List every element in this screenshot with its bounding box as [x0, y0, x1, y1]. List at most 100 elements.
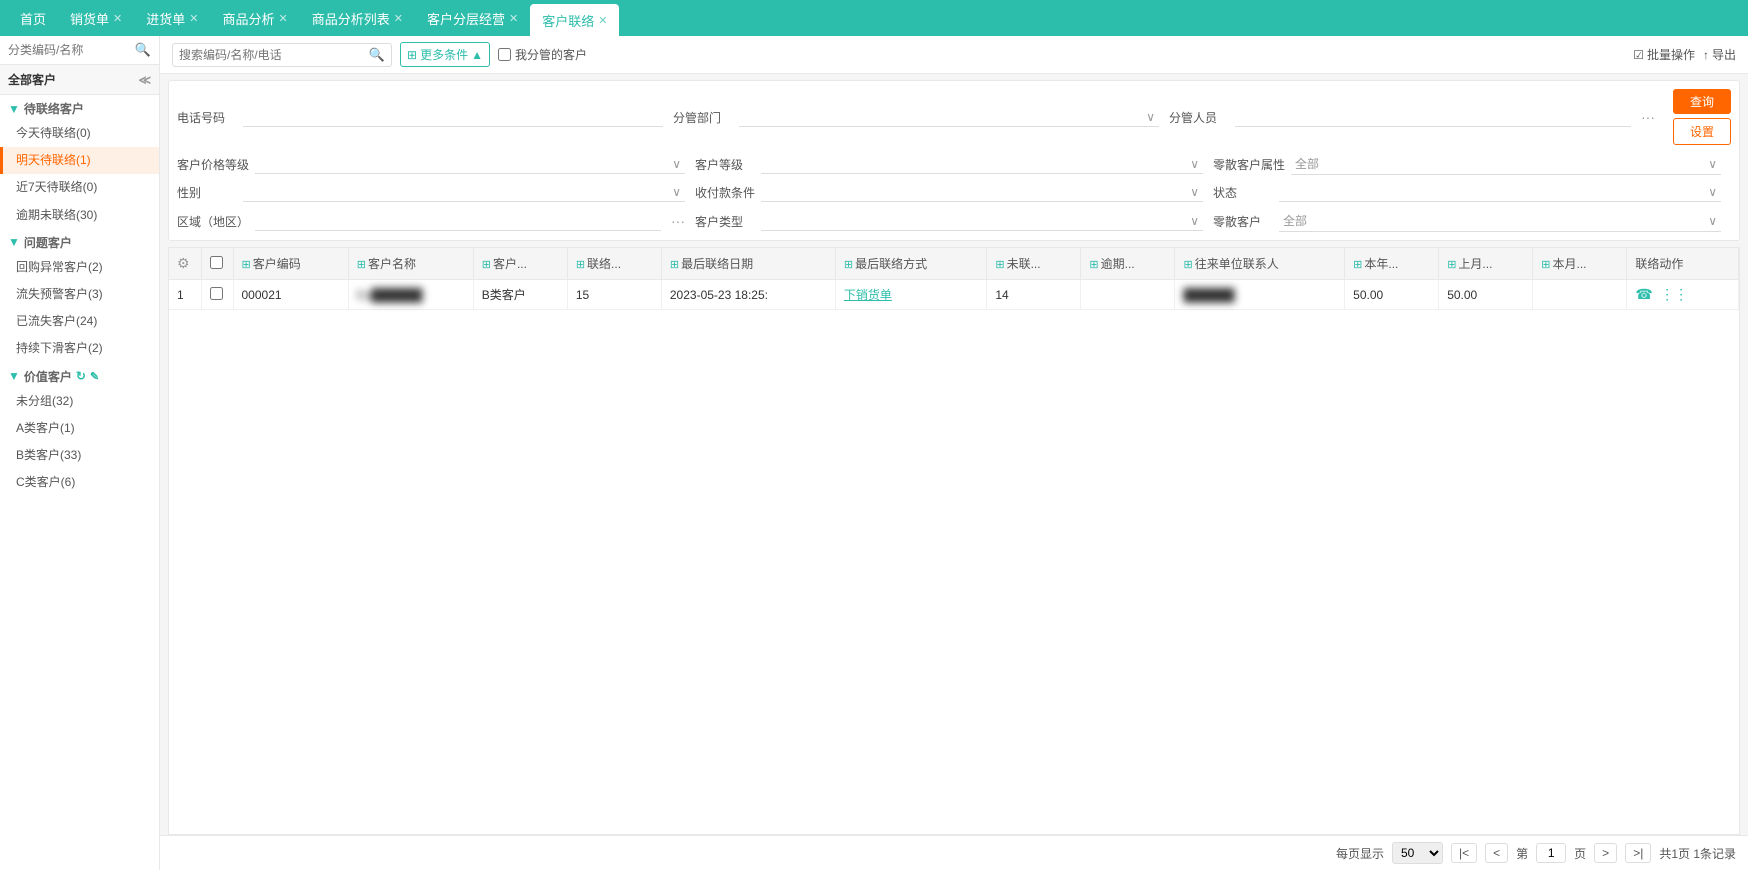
next-page-button[interactable]: > [1594, 843, 1617, 863]
select-all-checkbox[interactable] [210, 256, 223, 269]
col-unlinked[interactable]: ⊞未联... [987, 248, 1081, 280]
col-actions: 联络动作 [1627, 248, 1739, 280]
toolbar-right: ☑ 批量操作 ↑ 导出 [1633, 46, 1736, 63]
chevron-down-icon: ∨ [1708, 157, 1717, 171]
prev-page-button[interactable]: < [1485, 843, 1508, 863]
all-customers-header[interactable]: 全部客户 ≪ [0, 65, 159, 95]
sidebar-item-a-class[interactable]: A类客户(1) [0, 415, 159, 442]
table-wrap: ⚙ ⊞客户编码 ⊞客户名称 ⊞客户... [168, 247, 1740, 835]
export-button[interactable]: ↑ 导出 [1703, 46, 1736, 63]
customer-type-select[interactable]: ∨ [761, 212, 1203, 231]
sidebar-item-churned[interactable]: 已流失客户(24) [0, 308, 159, 335]
chevron-down-icon: ∨ [1190, 157, 1199, 171]
sidebar-item-ungrouped[interactable]: 未分组(32) [0, 388, 159, 415]
first-page-button[interactable]: |< [1451, 843, 1477, 863]
query-button[interactable]: 查询 [1673, 89, 1731, 114]
gender-select[interactable]: ∨ [243, 183, 685, 202]
collapse-icon[interactable]: ≪ [138, 73, 151, 87]
nav-product-analysis-list[interactable]: 商品分析列表 ✕ [300, 0, 415, 36]
chevron-down-icon: ∨ [1708, 185, 1717, 199]
refresh-icon[interactable]: ↻ [76, 369, 86, 383]
nav-product-analysis[interactable]: 商品分析 ✕ [210, 0, 299, 36]
ellipsis-icon[interactable]: ··· [671, 213, 685, 229]
ellipsis-icon[interactable]: ··· [1641, 109, 1655, 125]
close-icon[interactable]: ✕ [509, 12, 518, 25]
close-icon[interactable]: ✕ [189, 12, 198, 25]
customer-grade-select[interactable]: ∨ [761, 155, 1203, 174]
filter-phone: 电话号码 [177, 108, 673, 127]
sidebar-search-input[interactable] [8, 43, 135, 57]
close-icon[interactable]: ✕ [113, 12, 122, 25]
col-customer-type[interactable]: ⊞客户... [473, 248, 567, 280]
sort-icon: ⊞ [1353, 259, 1362, 271]
sort-icon: ⊞ [242, 259, 251, 271]
more-filters-button[interactable]: ⊞ 更多条件 ▲ [400, 42, 490, 67]
set-button[interactable]: 设置 [1673, 118, 1731, 145]
group-value-customers: ▼ 价值客户 ↻ ✎ [0, 363, 159, 388]
search-icon[interactable]: 🔍 [135, 42, 151, 58]
page-input[interactable] [1536, 843, 1566, 863]
sidebar-item-c-class[interactable]: C类客户(6) [0, 469, 159, 496]
col-last-contact-date[interactable]: ⊞最后联络日期 [661, 248, 835, 280]
row-name[interactable]: Ea██████ [348, 280, 473, 310]
row-contact-count: 15 [567, 280, 661, 310]
sort-icon: ⊞ [357, 259, 366, 271]
col-year-amount[interactable]: ⊞本年... [1345, 248, 1439, 280]
close-icon[interactable]: ✕ [394, 12, 403, 25]
close-icon[interactable]: ✕ [598, 14, 607, 27]
retail-attr-select[interactable]: 全部 ∨ [1291, 153, 1721, 175]
call-icon[interactable]: ☎ [1635, 286, 1652, 302]
status-select[interactable]: ∨ [1279, 183, 1721, 202]
row-select-checkbox[interactable] [210, 287, 223, 300]
col-contact-count[interactable]: ⊞联络... [567, 248, 661, 280]
my-customers-checkbox[interactable] [498, 48, 511, 61]
close-icon[interactable]: ✕ [279, 12, 288, 25]
chevron-down-icon: ∨ [1190, 185, 1199, 199]
page-size-select[interactable]: 50 100 200 [1392, 842, 1443, 864]
col-last-month-amount[interactable]: ⊞上月... [1439, 248, 1533, 280]
sidebar-item-overdue-contact[interactable]: 逾期未联络(30) [0, 202, 159, 229]
col-customer-name[interactable]: ⊞客户名称 [348, 248, 473, 280]
payment-select[interactable]: ∨ [761, 183, 1203, 202]
row-customer-type: B类客户 [473, 280, 567, 310]
row-year-amount: 50.00 [1345, 280, 1439, 310]
filter-panel: 电话号码 分管部门 ∨ 分管人员 ··· 查询 设置 [168, 80, 1740, 241]
sidebar-item-abnormal-repurchase[interactable]: 回购异常客户(2) [0, 254, 159, 281]
price-grade-select[interactable]: ∨ [255, 155, 685, 174]
sidebar-item-b-class[interactable]: B类客户(33) [0, 442, 159, 469]
more-action-icon[interactable]: ⋮⋮ [1660, 286, 1688, 302]
gear-icon[interactable]: ⚙ [177, 255, 190, 271]
manager-input[interactable] [1235, 108, 1631, 127]
filter-gender: 性别 ∨ [177, 183, 695, 202]
region-input[interactable] [255, 212, 661, 231]
col-overdue[interactable]: ⊞逾期... [1081, 248, 1175, 280]
sidebar-item-today-contact[interactable]: 今天待联络(0) [0, 120, 159, 147]
filter-dept: 分管部门 ∨ [673, 108, 1169, 127]
col-customer-code[interactable]: ⊞客户编码 [233, 248, 348, 280]
nav-sales-order[interactable]: 销货单 ✕ [58, 0, 134, 36]
sort-icon: ⊞ [995, 259, 1004, 271]
search-input[interactable] [179, 48, 369, 62]
nav-home[interactable]: 首页 [8, 0, 58, 36]
sidebar-item-tomorrow-contact[interactable]: 明天待联络(1) [0, 147, 159, 174]
sidebar-item-declining[interactable]: 持续下滑客户(2) [0, 335, 159, 362]
my-customers-checkbox-wrap[interactable]: 我分管的客户 [498, 46, 587, 63]
sidebar-item-7days-contact[interactable]: 近7天待联络(0) [0, 174, 159, 201]
filter-row-1: 电话号码 分管部门 ∨ 分管人员 ··· 查询 设置 [177, 89, 1731, 145]
sort-icon: ⊞ [482, 259, 491, 271]
nav-purchase-order[interactable]: 进货单 ✕ [134, 0, 210, 36]
retail-customer-select[interactable]: 全部 ∨ [1279, 210, 1721, 232]
phone-input[interactable] [243, 108, 663, 127]
batch-op-button[interactable]: ☑ 批量操作 [1633, 46, 1695, 63]
nav-customer-stratification[interactable]: 客户分层经营 ✕ [415, 0, 530, 36]
dept-select[interactable]: ∨ [739, 108, 1159, 127]
row-last-contact-method[interactable]: 下销货单 [835, 280, 987, 310]
last-page-button[interactable]: >| [1625, 843, 1651, 863]
edit-icon[interactable]: ✎ [90, 370, 99, 383]
col-contact-person[interactable]: ⊞往来单位联系人 [1175, 248, 1345, 280]
col-last-contact-method[interactable]: ⊞最后联络方式 [835, 248, 987, 280]
nav-customer-contact[interactable]: 客户联络 ✕ [530, 4, 619, 36]
search-icon[interactable]: 🔍 [369, 47, 385, 63]
col-this-month-amount[interactable]: ⊞本月... [1533, 248, 1627, 280]
sidebar-item-churn-warning[interactable]: 流失预警客户(3) [0, 281, 159, 308]
